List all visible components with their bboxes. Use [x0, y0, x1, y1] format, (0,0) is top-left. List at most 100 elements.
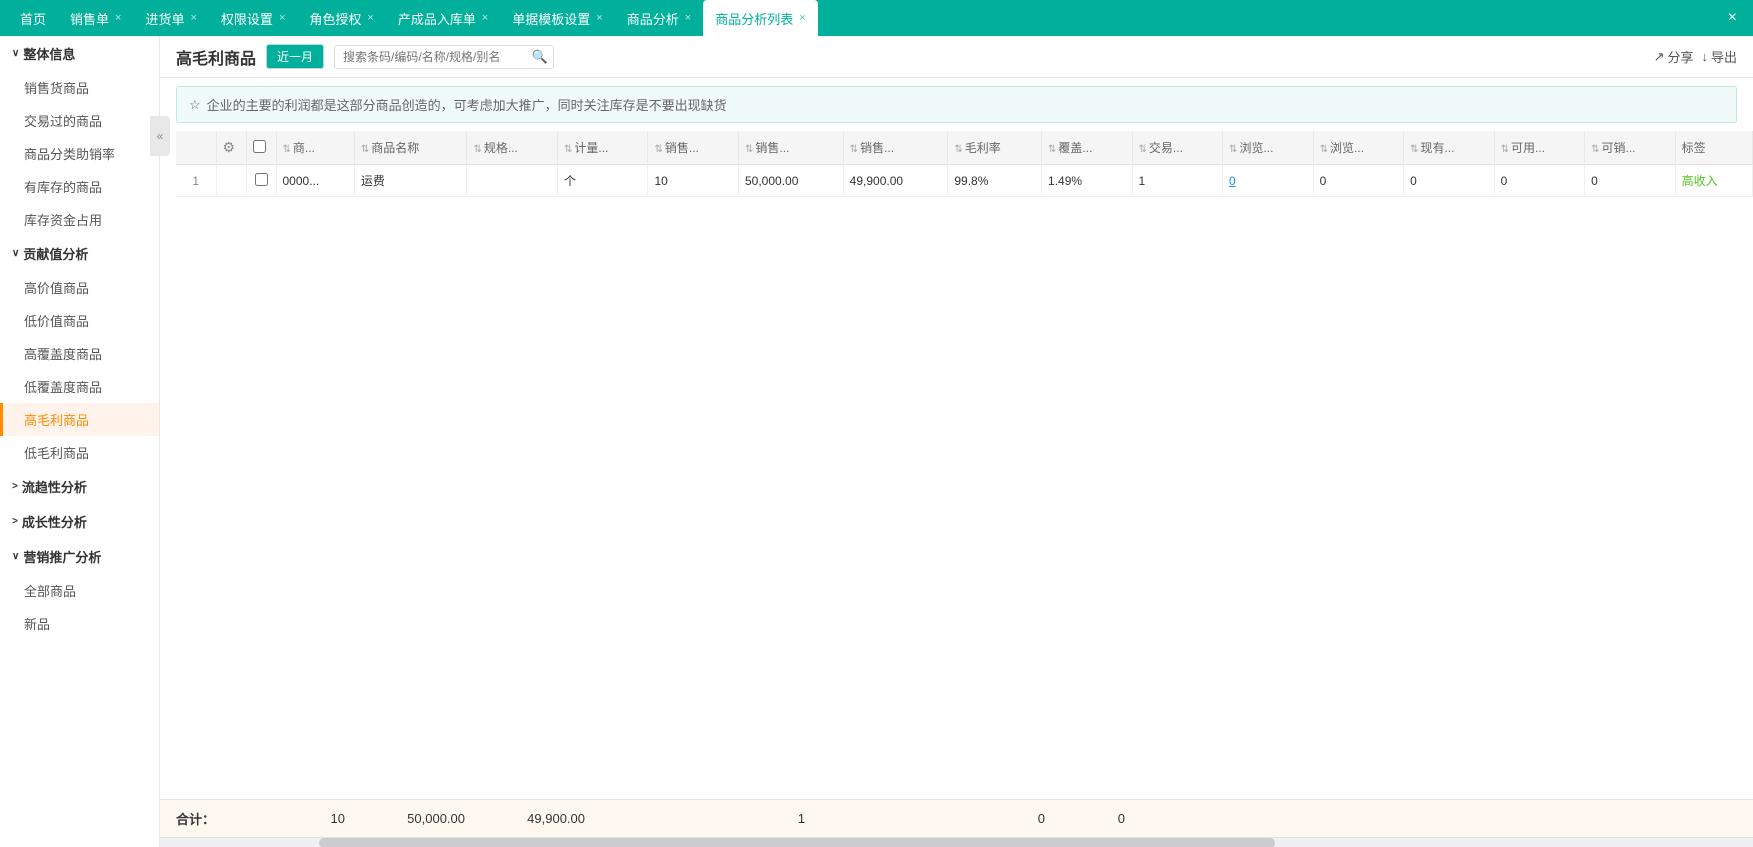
sidebar-item-高价值商品[interactable]: 高价值商品	[0, 271, 159, 304]
col-header-name[interactable]: ⇅商品名称	[354, 131, 467, 165]
gear-icon[interactable]: ⚙	[223, 139, 236, 155]
sort-icon: ⇅	[283, 144, 291, 155]
col-header-unit[interactable]: ⇅计量...	[557, 131, 648, 165]
cell-views1[interactable]: 0	[1223, 165, 1314, 197]
export-button[interactable]: ↓ 导出	[1701, 47, 1737, 66]
tab-close-icon[interactable]: ×	[279, 12, 285, 24]
col-header-checkbox	[246, 131, 276, 165]
scrollbar-thumb[interactable]	[319, 838, 1275, 847]
sidebar-group-营销推广分析[interactable]: ∨营销推广分析	[0, 539, 159, 574]
tab-close-icon[interactable]: ×	[482, 12, 488, 24]
sidebar-item-交易过的商品[interactable]: 交易过的商品	[0, 104, 159, 137]
tab-close-icon[interactable]: ×	[685, 12, 691, 24]
search-input[interactable]	[334, 45, 554, 69]
cell-gear[interactable]	[216, 165, 246, 197]
footer-cell-7	[895, 811, 975, 826]
nav-tab-商品分析列表[interactable]: 商品分析列表×	[703, 0, 817, 36]
col-header-available[interactable]: ⇅可用...	[1494, 131, 1585, 165]
nav-tab-进货单[interactable]: 进货单×	[133, 0, 208, 36]
footer-cell-8: 0	[975, 811, 1055, 826]
sidebar-item-销售货商品[interactable]: 销售货商品	[0, 71, 159, 104]
sidebar-item-低价值商品[interactable]: 低价值商品	[0, 304, 159, 337]
tab-close-icon[interactable]: ×	[190, 12, 196, 24]
row-checkbox[interactable]	[255, 173, 268, 186]
cell-stock: 0	[1404, 165, 1495, 197]
bottom-scrollbar[interactable]	[160, 837, 1753, 847]
footer-cell-0: 10	[235, 811, 355, 826]
share-icon: ↗	[1654, 49, 1665, 65]
nav-tab-销售单[interactable]: 销售单×	[58, 0, 133, 36]
col-header-views1[interactable]: ⇅浏览...	[1223, 131, 1314, 165]
footer-cell-4	[675, 811, 755, 826]
cell-tradeCount: 1	[1132, 165, 1223, 197]
col-header-grossRate[interactable]: ⇅毛利率	[948, 131, 1042, 165]
sort-icon: ⇅	[564, 144, 572, 155]
sidebar-item-全部商品[interactable]: 全部商品	[0, 574, 159, 607]
footer-cell-2: 49,900.00	[475, 811, 595, 826]
sort-icon: ⇅	[1048, 144, 1056, 155]
col-header-saleQty[interactable]: ⇅销售...	[648, 131, 739, 165]
nav-tab-角色授权[interactable]: 角色授权×	[297, 0, 385, 36]
nav-tab-首页[interactable]: 首页	[8, 0, 58, 36]
sidebar-item-商品分类助销率[interactable]: 商品分类助销率	[0, 137, 159, 170]
sidebar-group-整体信息[interactable]: ∨整体信息	[0, 36, 159, 71]
tab-close-icon[interactable]: ×	[596, 12, 602, 24]
col-header-tag: 标签	[1675, 131, 1752, 165]
sort-icon: ⇅	[850, 144, 858, 155]
cell-code: 0000...	[276, 165, 354, 197]
cell-tag: 高收入	[1675, 165, 1752, 197]
footer-cells: 1050,000.0049,900.00100	[235, 811, 1215, 826]
col-header-coverage[interactable]: ⇅覆盖...	[1042, 131, 1133, 165]
col-header-spec[interactable]: ⇅规格...	[467, 131, 558, 165]
col-header-saleProfit[interactable]: ⇅销售...	[843, 131, 948, 165]
sidebar-item-库存资金占用[interactable]: 库存资金占用	[0, 203, 159, 236]
sort-icon: ⇅	[654, 144, 662, 155]
col-header-code[interactable]: ⇅商...	[276, 131, 354, 165]
header-actions: ↗ 分享 ↓ 导出	[1654, 47, 1737, 66]
sidebar-item-低覆盖度商品[interactable]: 低覆盖度商品	[0, 370, 159, 403]
col-header-stock[interactable]: ⇅现有...	[1404, 131, 1495, 165]
sidebar-item-高覆盖度商品[interactable]: 高覆盖度商品	[0, 337, 159, 370]
col-header-salable[interactable]: ⇅可销...	[1585, 131, 1676, 165]
col-header-tradeCount[interactable]: ⇅交易...	[1132, 131, 1223, 165]
sidebar-item-新品[interactable]: 新品	[0, 607, 159, 640]
content-header: 高毛利商品 近一月 🔍 ↗ 分享 ↓ 导出	[160, 36, 1753, 78]
sidebar-collapse-button[interactable]: «	[150, 116, 170, 156]
table-row: 10000...运费个1050,000.0049,900.0099.8%1.49…	[176, 165, 1753, 197]
cell-saleProfit: 49,900.00	[843, 165, 948, 197]
sidebar-item-有库存的商品[interactable]: 有库存的商品	[0, 170, 159, 203]
sidebar-group-贡献值分析[interactable]: ∨贡献值分析	[0, 236, 159, 271]
nav-tab-权限设置[interactable]: 权限设置×	[209, 0, 297, 36]
col-num	[176, 131, 216, 165]
sidebar-group-流趋性分析[interactable]: >流趋性分析	[0, 469, 159, 504]
cell-checkbox[interactable]	[246, 165, 276, 197]
tab-close-icon[interactable]: ×	[799, 12, 805, 24]
nav-tab-商品分析[interactable]: 商品分析×	[615, 0, 703, 36]
sidebar: ∨整体信息销售货商品交易过的商品商品分类助销率有库存的商品库存资金占用∨贡献值分…	[0, 36, 160, 847]
tab-close-icon[interactable]: ×	[115, 12, 121, 24]
sidebar-group-成长性分析[interactable]: >成长性分析	[0, 504, 159, 539]
cell-unit: 个	[557, 165, 648, 197]
close-all-button[interactable]: ×	[1720, 9, 1745, 27]
sort-icon: ⇅	[1501, 144, 1509, 155]
tip-bar: ☆ 企业的主要的利润都是这部分商品创造的，可考虑加大推广，同时关注库存是不要出现…	[176, 86, 1737, 123]
cell-views2: 0	[1313, 165, 1404, 197]
cell-coverage: 1.49%	[1042, 165, 1133, 197]
search-icon[interactable]: 🔍	[532, 49, 548, 65]
col-header-views2[interactable]: ⇅浏览...	[1313, 131, 1404, 165]
footer-cell-1: 50,000.00	[355, 811, 475, 826]
share-button[interactable]: ↗ 分享	[1654, 47, 1694, 66]
cell-name: 运费	[354, 165, 467, 197]
footer-cell-5: 1	[755, 811, 815, 826]
tab-close-icon[interactable]: ×	[367, 12, 373, 24]
nav-tab-单据模板设置[interactable]: 单据模板设置×	[500, 0, 614, 36]
filter-recent-month-button[interactable]: 近一月	[266, 44, 324, 69]
sidebar-item-低毛利商品[interactable]: 低毛利商品	[0, 436, 159, 469]
select-all-checkbox[interactable]	[253, 140, 266, 153]
sidebar-item-高毛利商品[interactable]: 高毛利商品	[0, 403, 159, 436]
col-header-saleAmt[interactable]: ⇅销售...	[739, 131, 844, 165]
main-layout: ∨整体信息销售货商品交易过的商品商品分类助销率有库存的商品库存资金占用∨贡献值分…	[0, 36, 1753, 847]
nav-tab-产成品入库单[interactable]: 产成品入库单×	[386, 0, 500, 36]
cell-grossRate: 99.8%	[948, 165, 1042, 197]
table-wrapper[interactable]: ⚙⇅商...⇅商品名称⇅规格...⇅计量...⇅销售...⇅销售...⇅销售..…	[176, 131, 1753, 799]
